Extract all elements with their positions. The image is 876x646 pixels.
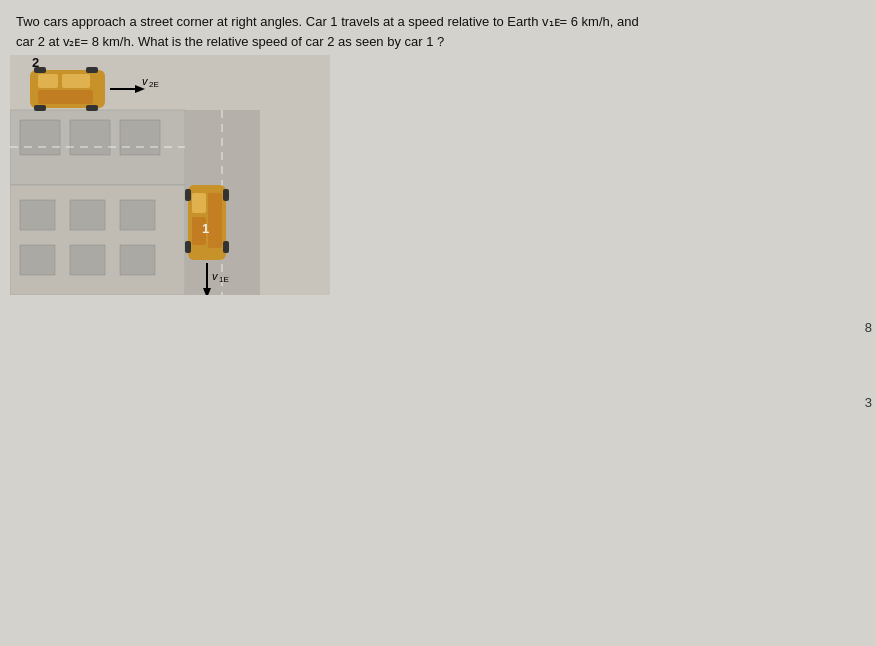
svg-text:1E: 1E [219, 275, 229, 284]
svg-rect-18 [38, 74, 58, 88]
svg-rect-24 [86, 105, 98, 111]
svg-rect-10 [120, 200, 155, 230]
svg-text:1: 1 [202, 221, 209, 236]
svg-rect-22 [86, 67, 98, 73]
svg-rect-30 [192, 193, 206, 213]
question-line2: car 2 at v₂ᴇ= 8 km/h. What is the relati… [16, 34, 444, 49]
question-line1: Two cars approach a street corner at rig… [16, 14, 639, 29]
svg-rect-6 [120, 120, 160, 155]
svg-rect-12 [70, 245, 105, 275]
main-container: Two cars approach a street corner at rig… [0, 0, 876, 646]
svg-rect-32 [208, 193, 222, 248]
svg-rect-13 [120, 245, 155, 275]
road-scene: v 2E 2 v 1E [10, 55, 330, 295]
svg-rect-34 [185, 241, 191, 253]
svg-rect-4 [20, 120, 60, 155]
right-number-bottom: 3 [865, 395, 872, 410]
svg-rect-36 [223, 241, 229, 253]
right-edge-numbers: 8 3 [865, 320, 876, 410]
right-number-top: 8 [865, 320, 872, 335]
svg-rect-35 [223, 189, 229, 201]
svg-rect-20 [38, 90, 93, 104]
svg-rect-33 [185, 189, 191, 201]
question-text: Two cars approach a street corner at rig… [16, 12, 860, 52]
svg-rect-23 [34, 105, 46, 111]
svg-text:2E: 2E [149, 80, 159, 89]
svg-rect-11 [20, 245, 55, 275]
svg-rect-19 [62, 74, 90, 88]
car2-number: 2 [32, 55, 39, 70]
svg-rect-5 [70, 120, 110, 155]
svg-rect-9 [70, 200, 105, 230]
diagram-svg: v 2E 2 v 1E [10, 55, 330, 295]
svg-rect-8 [20, 200, 55, 230]
